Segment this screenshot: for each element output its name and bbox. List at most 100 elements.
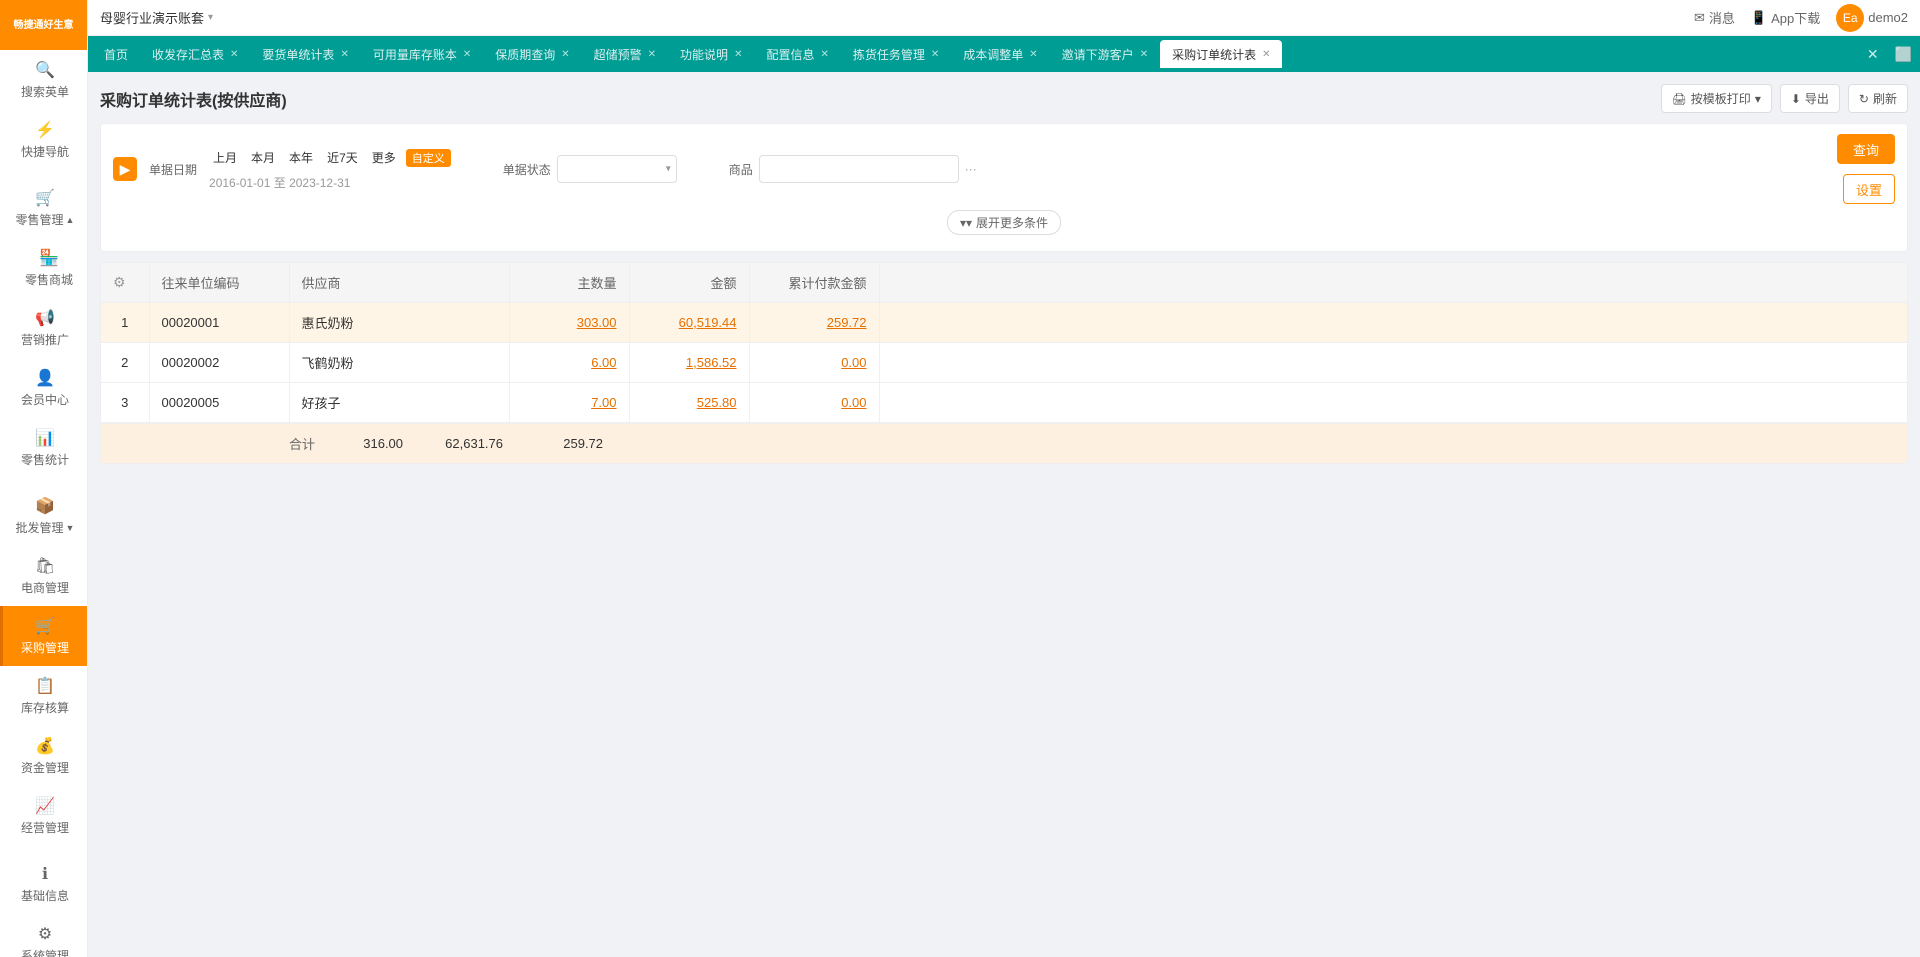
- sidebar-item-retail-stat[interactable]: 📊 零售统计: [0, 418, 88, 478]
- refresh-button[interactable]: ↻ 刷新: [1848, 84, 1908, 113]
- workspace-dropdown-icon: ▾: [208, 12, 213, 23]
- date-option-7days[interactable]: 近7天: [323, 147, 362, 168]
- tab-receive-summary[interactable]: 收发存汇总表 ✕: [140, 40, 250, 68]
- table-row[interactable]: 2 00020002 飞鹤奶粉 6.00 1,586.52 0.00: [101, 343, 1907, 383]
- app-download-button[interactable]: 📱 App下载: [1751, 8, 1820, 27]
- sidebar-item-basic-info[interactable]: ℹ 基础信息: [0, 854, 88, 914]
- sidebar-item-system[interactable]: ⚙ 系统管理: [0, 914, 88, 957]
- filter-row-1: ▶ 单据日期 上月 本月 本年 近7天 更多 自定义 2016-01-01 至 …: [113, 134, 1895, 204]
- page-title: 采购订单统计表(按供应商): [100, 87, 287, 111]
- close-tab-button[interactable]: ✕: [1863, 46, 1883, 63]
- status-select[interactable]: [557, 155, 677, 183]
- retail-icon: 🛒: [35, 188, 55, 208]
- tab-overstock-alert[interactable]: 超储预警 ✕: [582, 40, 668, 68]
- cell-code: 00020002: [149, 343, 289, 383]
- workspace-selector[interactable]: 母婴行业演示账套 ▾: [100, 8, 213, 27]
- marketing-icon: 📢: [35, 308, 55, 328]
- user-name: demo2: [1868, 10, 1908, 25]
- filter-area: ▶ 单据日期 上月 本月 本年 近7天 更多 自定义 2016-01-01 至 …: [100, 123, 1908, 252]
- system-icon: ⚙: [38, 924, 52, 944]
- expand-more-button[interactable]: ▾▾ 展开更多条件: [947, 210, 1061, 235]
- print-label: 按模板打印: [1691, 90, 1751, 107]
- sidebar-item-label: 零售商城: [25, 271, 73, 288]
- tab-goods-summary[interactable]: 要货单统计表 ✕: [250, 40, 360, 68]
- message-button[interactable]: ✉ 消息: [1694, 8, 1735, 27]
- footer-paid: 259.72: [515, 436, 615, 451]
- sidebar-item-purchase[interactable]: 🛒 采购管理: [0, 606, 88, 666]
- sidebar-item-retail-mall[interactable]: 🏪 零售商城: [0, 238, 88, 298]
- tab-close-icon[interactable]: ✕: [734, 49, 742, 60]
- th-supplier: 供应商: [289, 263, 509, 303]
- maximize-tab-button[interactable]: ⬜: [1891, 46, 1916, 63]
- tab-cost-adjust[interactable]: 成本调整单 ✕: [951, 40, 1049, 68]
- date-option-last-month[interactable]: 上月: [209, 147, 241, 168]
- date-custom-badge[interactable]: 自定义: [406, 149, 451, 167]
- tab-label: 保质期查询: [495, 46, 555, 63]
- tab-invite-downstream[interactable]: 邀请下游客户 ✕: [1050, 40, 1160, 68]
- tab-close-icon[interactable]: ✕: [463, 49, 471, 60]
- tab-close-icon[interactable]: ✕: [1029, 49, 1037, 60]
- th-settings: ⚙: [101, 263, 149, 303]
- date-option-this-month[interactable]: 本月: [247, 147, 279, 168]
- table-row[interactable]: 1 00020001 惠氏奶粉 303.00 60,519.44 259.72: [101, 303, 1907, 343]
- tab-config-info[interactable]: 配置信息 ✕: [754, 40, 840, 68]
- user-profile[interactable]: Ea demo2: [1836, 4, 1908, 32]
- sidebar-item-member[interactable]: 👤 会员中心: [0, 358, 88, 418]
- top-bar-right: ✉ 消息 📱 App下载 Ea demo2: [1694, 4, 1908, 32]
- export-button[interactable]: ⬇ 导出: [1780, 84, 1840, 113]
- download-icon: 📱: [1751, 10, 1767, 26]
- tab-purchase-summary[interactable]: 采购订单统计表 ✕: [1160, 40, 1282, 68]
- tab-close-icon[interactable]: ✕: [931, 49, 939, 60]
- date-option-more[interactable]: 更多: [368, 147, 400, 168]
- column-settings-icon[interactable]: ⚙: [113, 274, 126, 290]
- page-actions: 🖨 按模板打印 ▾ ⬇ 导出 ↻ 刷新: [1661, 84, 1908, 113]
- app-logo: 畅捷通好生意: [0, 0, 88, 50]
- expand-more-label: 展开更多条件: [976, 214, 1048, 231]
- tab-pick-task[interactable]: 拣货任务管理 ✕: [841, 40, 951, 68]
- tab-available-stock[interactable]: 可用量库存账本 ✕: [361, 40, 483, 68]
- sidebar-item-label: 营销推广: [21, 331, 69, 348]
- sidebar-item-finance[interactable]: 💰 资金管理: [0, 726, 88, 786]
- sidebar-item-label: 库存核算: [21, 699, 69, 716]
- ecommerce-icon: 🛍: [35, 556, 55, 576]
- cell-amount: 1,586.52: [629, 343, 749, 383]
- sidebar-item-search[interactable]: 🔍 搜索英单: [0, 50, 88, 110]
- tab-close-icon[interactable]: ✕: [820, 49, 828, 60]
- tab-label: 配置信息: [766, 46, 814, 63]
- tab-label: 功能说明: [680, 46, 728, 63]
- tab-expiry-query[interactable]: 保质期查询 ✕: [483, 40, 581, 68]
- print-button[interactable]: 🖨 按模板打印 ▾: [1661, 84, 1772, 113]
- tab-function-desc[interactable]: 功能说明 ✕: [668, 40, 754, 68]
- print-dropdown-icon: ▾: [1755, 92, 1761, 106]
- goods-more-icon[interactable]: ···: [965, 162, 977, 176]
- sidebar-item-wholesale[interactable]: 📦 批发管理▼: [0, 486, 88, 546]
- tab-close-icon[interactable]: ✕: [561, 49, 569, 60]
- tab-close-icon[interactable]: ✕: [648, 49, 656, 60]
- sidebar-item-label: 基础信息: [21, 887, 69, 904]
- sidebar-item-operation[interactable]: 📈 经营管理: [0, 786, 88, 846]
- tab-close-icon[interactable]: ✕: [340, 49, 348, 60]
- tab-close-icon[interactable]: ✕: [1262, 49, 1270, 60]
- table-row[interactable]: 3 00020005 好孩子 7.00 525.80 0.00: [101, 383, 1907, 423]
- wholesale-icon: 📦: [35, 496, 55, 516]
- tab-close-icon[interactable]: ✕: [1140, 49, 1148, 60]
- cell-paid: 259.72: [749, 303, 879, 343]
- tab-close-icon[interactable]: ✕: [230, 49, 238, 60]
- sidebar-item-quick-nav[interactable]: ⚡ 快捷导航: [0, 110, 88, 170]
- sidebar-item-ecommerce[interactable]: 🛍 电商管理: [0, 546, 88, 606]
- sidebar-item-label: 采购管理: [21, 639, 69, 656]
- sidebar-item-retail[interactable]: 🛒 零售管理▲: [0, 178, 88, 238]
- filter-toggle-button[interactable]: ▶: [113, 157, 137, 181]
- print-icon: 🖨: [1672, 92, 1687, 106]
- tab-home[interactable]: 首页: [92, 40, 140, 68]
- date-option-this-year[interactable]: 本年: [285, 147, 317, 168]
- page-header: 采购订单统计表(按供应商) 🖨 按模板打印 ▾ ⬇ 导出 ↻ 刷新: [100, 84, 1908, 113]
- sidebar-item-marketing[interactable]: 📢 营销推广: [0, 298, 88, 358]
- query-button[interactable]: 查询: [1837, 134, 1895, 164]
- cell-rest: [879, 303, 1907, 343]
- sidebar-item-inventory[interactable]: 📋 库存核算: [0, 666, 88, 726]
- settings-button[interactable]: 设置: [1843, 174, 1895, 204]
- goods-filter-label: 商品: [729, 161, 753, 178]
- app-download-label: App下载: [1771, 8, 1820, 27]
- goods-input[interactable]: [759, 155, 959, 183]
